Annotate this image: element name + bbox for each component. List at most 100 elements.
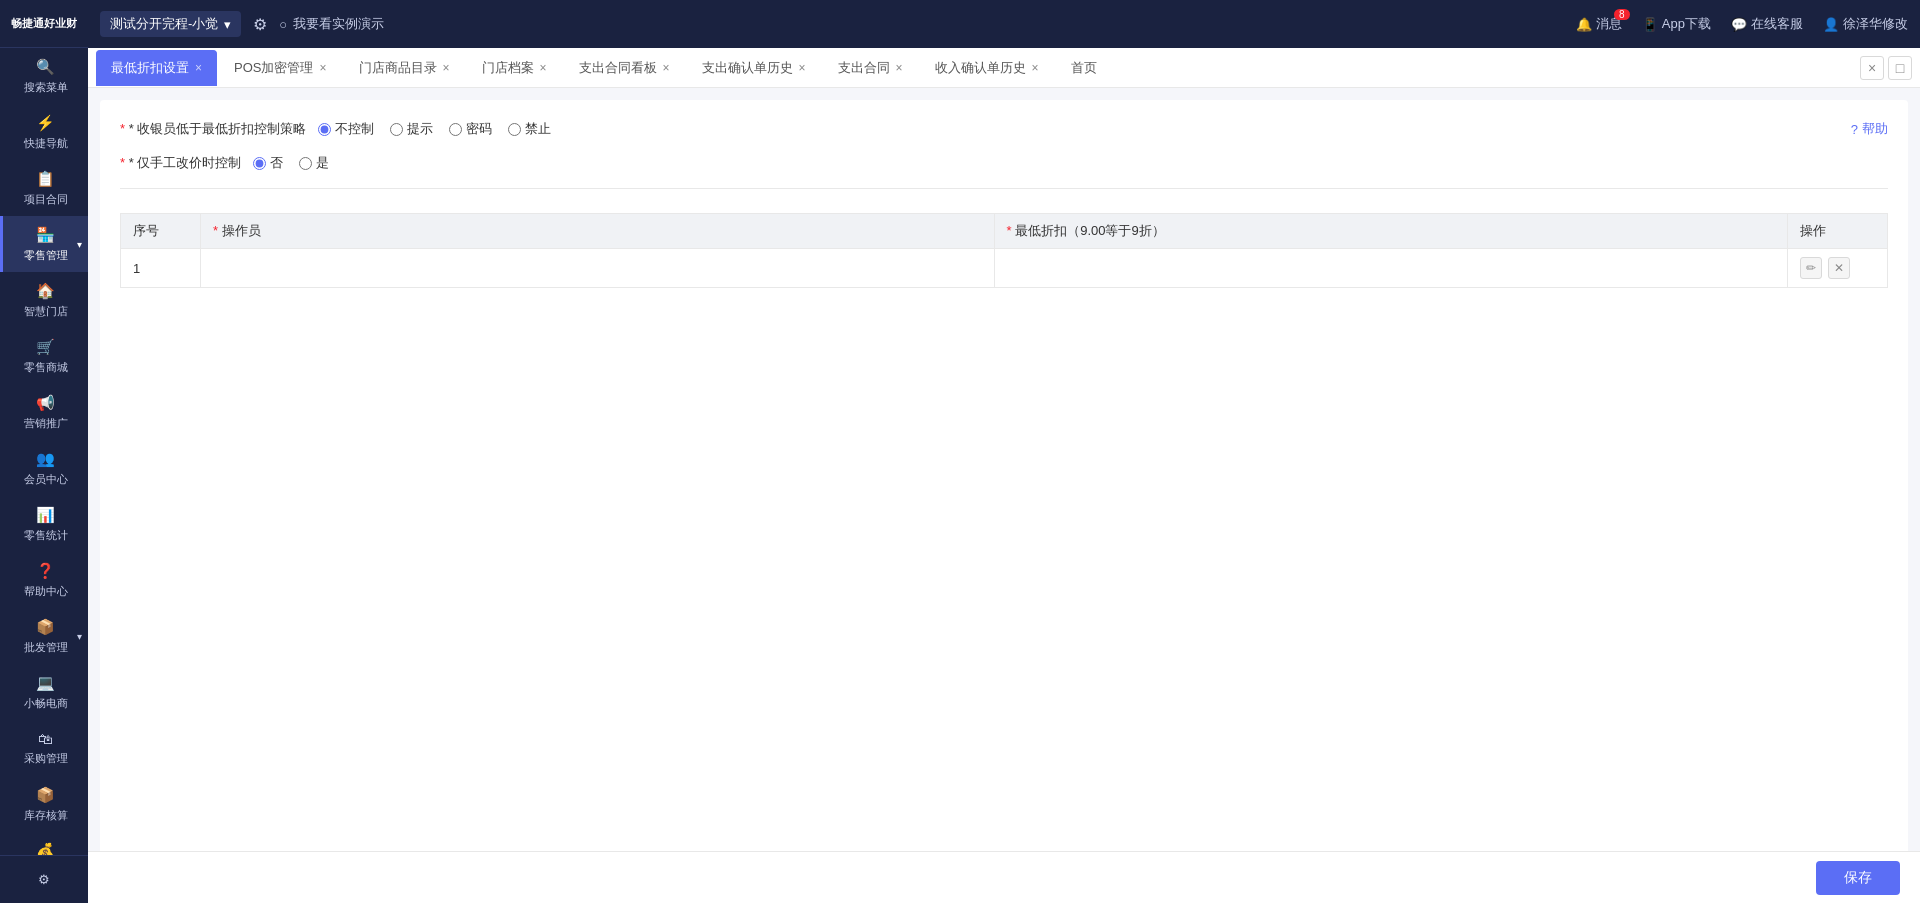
discount-table: 序号 操作员 最低折扣（9.00等于9折） 操作 1 ✏ ✕ bbox=[120, 213, 1888, 288]
sidebar-label-7: 会员中心 bbox=[24, 472, 68, 487]
sidebar-item-12[interactable]: 🛍 采购管理 bbox=[0, 720, 88, 776]
sidebar-item-5[interactable]: 🛒 零售商城 bbox=[0, 328, 88, 384]
tab-item-6[interactable]: 门店商品目录 × bbox=[344, 50, 465, 86]
sidebar-item-3[interactable]: 🏪 零售管理 ▾ bbox=[0, 216, 88, 272]
help-question-icon: ? bbox=[1851, 122, 1858, 137]
user-profile-btn[interactable]: 👤 徐泽华修改 bbox=[1823, 15, 1908, 33]
policy-row: * 收银员低于最低折扣控制策略 不控制提示密码禁止 ? 帮助 bbox=[120, 120, 1888, 138]
tab-close-5[interactable]: × bbox=[540, 61, 547, 75]
app-logo: 畅捷通好业财 bbox=[0, 0, 88, 48]
online-service-btn[interactable]: 💬 在线客服 bbox=[1731, 15, 1803, 33]
sidebar-item-1[interactable]: ⚡ 快捷导航 bbox=[0, 104, 88, 160]
sidebar-icon-9: ❓ bbox=[36, 562, 55, 580]
tab-label-3: 支出确认单历史 bbox=[702, 59, 793, 77]
sidebar-settings[interactable]: ⚙ bbox=[0, 855, 88, 903]
tab-close-4[interactable]: × bbox=[663, 61, 670, 75]
sidebar-item-7[interactable]: 👥 会员中心 bbox=[0, 440, 88, 496]
sidebar-label-11: 小畅电商 bbox=[24, 696, 68, 711]
policy-radio-group: 不控制提示密码禁止 bbox=[318, 120, 551, 138]
sidebar-label-2: 项目合同 bbox=[24, 192, 68, 207]
delete-icon-0[interactable]: ✕ bbox=[1828, 257, 1850, 279]
sidebar-icon-5: 🛒 bbox=[36, 338, 55, 356]
cell-index-0: 1 bbox=[121, 249, 201, 288]
close-all-tabs-btn[interactable]: × bbox=[1860, 56, 1884, 80]
tab-close-2[interactable]: × bbox=[896, 61, 903, 75]
cell-discount-0[interactable] bbox=[994, 249, 1788, 288]
app-download-btn[interactable]: 📱 App下载 bbox=[1642, 15, 1711, 33]
tab-close-7[interactable]: × bbox=[319, 61, 326, 75]
tab-item-7[interactable]: POS加密管理 × bbox=[219, 50, 341, 86]
main-content: * 收银员低于最低折扣控制策略 不控制提示密码禁止 ? 帮助 * 仅手工改价时控… bbox=[88, 88, 1920, 903]
sidebar-label-5: 零售商城 bbox=[24, 360, 68, 375]
demo-circle-icon: ○ bbox=[279, 17, 287, 32]
footer-bar: 保存 bbox=[88, 851, 1920, 903]
tab-close-8[interactable]: × bbox=[195, 61, 202, 75]
demo-text: 我要看实例演示 bbox=[293, 15, 384, 33]
demo-link[interactable]: ○ 我要看实例演示 bbox=[279, 15, 384, 33]
sidebar-icon-10: 📦 bbox=[36, 618, 55, 636]
expand-tabs-btn[interactable]: □ bbox=[1888, 56, 1912, 80]
col-discount: 最低折扣（9.00等于9折） bbox=[994, 214, 1788, 249]
sidebar-label-10: 批发管理 bbox=[24, 640, 68, 655]
tab-item-3[interactable]: 支出确认单历史 × bbox=[687, 50, 821, 86]
sidebar-item-14[interactable]: 💰 资金管理 bbox=[0, 832, 88, 855]
table-header: 序号 操作员 最低折扣（9.00等于9折） 操作 bbox=[121, 214, 1888, 249]
project-name: 测试分开完程-小觉 bbox=[110, 15, 218, 33]
sidebar-item-11[interactable]: 💻 小畅电商 bbox=[0, 664, 88, 720]
manual-radio-1[interactable]: 是 bbox=[299, 154, 329, 172]
tab-item-8[interactable]: 最低折扣设置 × bbox=[96, 50, 217, 86]
tab-label-1: 收入确认单历史 bbox=[935, 59, 1026, 77]
policy-radio-1[interactable]: 提示 bbox=[390, 120, 433, 138]
online-service-label: 在线客服 bbox=[1751, 15, 1803, 33]
cell-action-0: ✏ ✕ bbox=[1788, 249, 1888, 288]
project-arrow-icon: ▾ bbox=[224, 17, 231, 32]
save-button[interactable]: 保存 bbox=[1816, 861, 1900, 895]
sidebar-label-13: 库存核算 bbox=[24, 808, 68, 823]
tab-close-1[interactable]: × bbox=[1032, 61, 1039, 75]
edit-icon-0[interactable]: ✏ bbox=[1800, 257, 1822, 279]
sidebar-label-3: 零售管理 bbox=[24, 248, 68, 263]
tab-item-5[interactable]: 门店档案 × bbox=[467, 50, 562, 86]
tab-item-2[interactable]: 支出合同 × bbox=[823, 50, 918, 86]
help-label: 帮助 bbox=[1862, 120, 1888, 138]
policy-radio-3[interactable]: 禁止 bbox=[508, 120, 551, 138]
cell-operator-0[interactable] bbox=[201, 249, 995, 288]
manual-row: * 仅手工改价时控制 否是 bbox=[120, 154, 1888, 172]
sidebar-arrow-3: ▾ bbox=[77, 239, 82, 250]
sidebar-label-9: 帮助中心 bbox=[24, 584, 68, 599]
policy-radio-0[interactable]: 不控制 bbox=[318, 120, 374, 138]
sidebar-item-6[interactable]: 📢 营销推广 bbox=[0, 384, 88, 440]
table-body: 1 ✏ ✕ bbox=[121, 249, 1888, 288]
sidebar-icon-3: 🏪 bbox=[36, 226, 55, 244]
sidebar-icon-13: 📦 bbox=[36, 786, 55, 804]
sidebar-item-13[interactable]: 📦 库存核算 bbox=[0, 776, 88, 832]
sidebar-item-8[interactable]: 📊 零售统计 bbox=[0, 496, 88, 552]
sidebar-item-0[interactable]: 🔍 搜索菜单 bbox=[0, 48, 88, 104]
header-gear-icon[interactable]: ⚙ bbox=[253, 15, 267, 34]
manual-radio-0[interactable]: 否 bbox=[253, 154, 283, 172]
sidebar-icon-11: 💻 bbox=[36, 674, 55, 692]
sidebar-item-10[interactable]: 📦 批发管理 ▾ bbox=[0, 608, 88, 664]
manual-label: * 仅手工改价时控制 bbox=[120, 154, 241, 172]
sidebar-label-6: 营销推广 bbox=[24, 416, 68, 431]
policy-radio-2[interactable]: 密码 bbox=[449, 120, 492, 138]
help-link[interactable]: ? 帮助 bbox=[1851, 120, 1888, 138]
message-btn[interactable]: 🔔 消息 8 bbox=[1576, 15, 1622, 33]
sidebar-icon-4: 🏠 bbox=[36, 282, 55, 300]
tab-label-6: 门店商品目录 bbox=[359, 59, 437, 77]
tab-item-4[interactable]: 支出合同看板 × bbox=[564, 50, 685, 86]
project-selector[interactable]: 测试分开完程-小觉 ▾ bbox=[100, 11, 241, 37]
manual-radio-group: 否是 bbox=[253, 154, 329, 172]
sidebar-item-9[interactable]: ❓ 帮助中心 bbox=[0, 552, 88, 608]
tab-item-0[interactable]: 首页 bbox=[1056, 50, 1112, 86]
table-row: 1 ✏ ✕ bbox=[121, 249, 1888, 288]
tabs-controls: × □ bbox=[1860, 56, 1912, 80]
tab-item-1[interactable]: 收入确认单历史 × bbox=[920, 50, 1054, 86]
sidebar-item-4[interactable]: 🏠 智慧门店 bbox=[0, 272, 88, 328]
tab-label-2: 支出合同 bbox=[838, 59, 890, 77]
message-badge: 8 bbox=[1614, 9, 1630, 20]
tab-close-3[interactable]: × bbox=[799, 61, 806, 75]
sidebar-arrow-10: ▾ bbox=[77, 631, 82, 642]
sidebar-item-2[interactable]: 📋 项目合同 bbox=[0, 160, 88, 216]
tab-close-6[interactable]: × bbox=[443, 61, 450, 75]
